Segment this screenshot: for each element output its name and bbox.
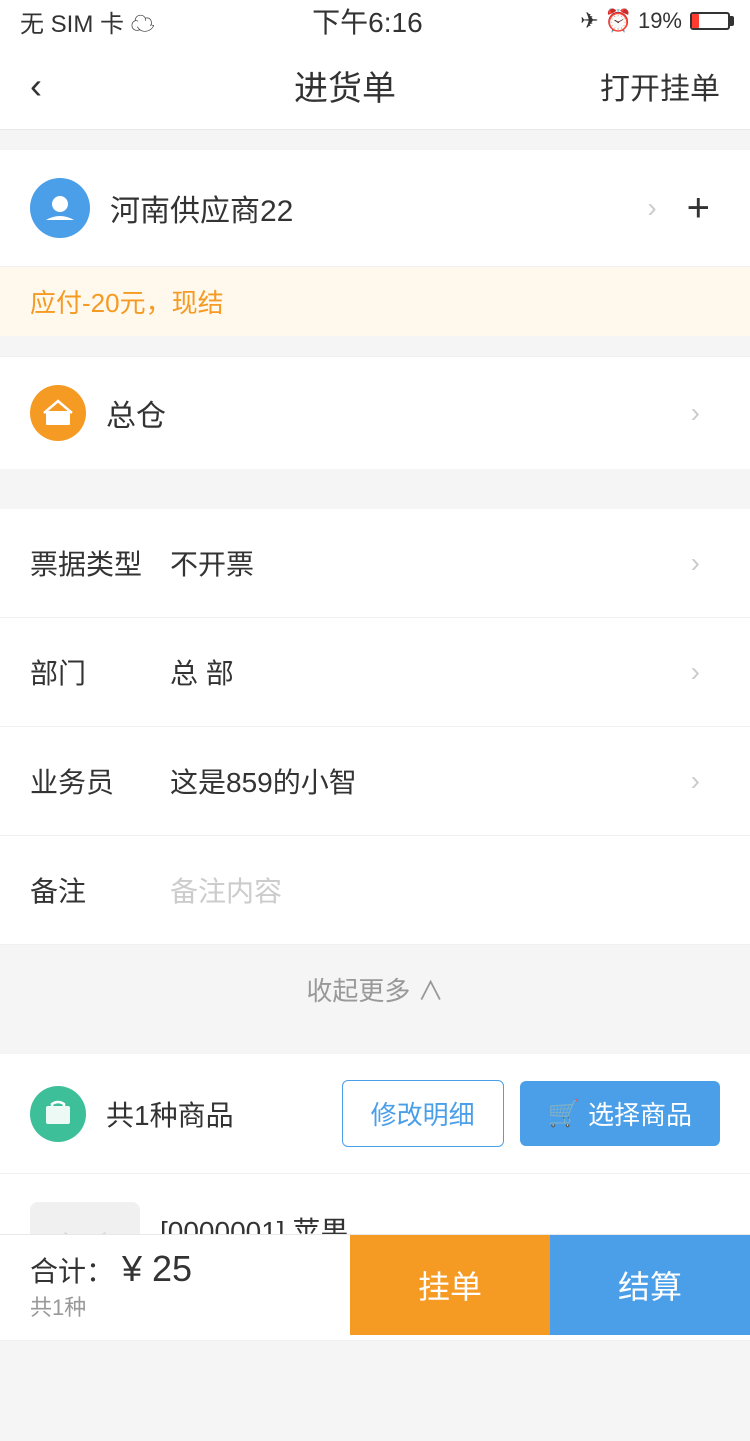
products-count: 共1种商品 bbox=[106, 1094, 342, 1134]
supplier-name: 河南供应商22 bbox=[110, 186, 647, 230]
status-left: 无 SIM 卡 ☁ bbox=[20, 4, 155, 39]
warehouse-icon bbox=[30, 385, 86, 441]
nav-bar: ‹ 进货单 打开挂单 bbox=[0, 42, 750, 130]
invoice-type-row[interactable]: 票据类型 不开票 › bbox=[0, 509, 750, 618]
department-chevron-icon: › bbox=[691, 656, 700, 688]
products-header: 共1种商品 修改明细 🛒 选择商品 bbox=[0, 1054, 750, 1174]
mid-divider1 bbox=[0, 336, 750, 356]
cart-icon: 🛒 bbox=[548, 1098, 580, 1129]
department-label: 部门 bbox=[30, 652, 170, 692]
status-bar: 无 SIM 卡 ☁ 下午6:16 ✈ ⏰ 19% bbox=[0, 0, 750, 42]
top-divider bbox=[0, 130, 750, 150]
products-icon bbox=[30, 1086, 86, 1142]
supplier-chevron-icon: › bbox=[647, 192, 656, 224]
invoice-type-value: 不开票 bbox=[170, 543, 691, 583]
battery-icon bbox=[690, 12, 730, 30]
location-icon: ✈ bbox=[580, 8, 598, 34]
sales-rep-row[interactable]: 业务员 这是859的小智 › bbox=[0, 727, 750, 836]
remarks-row[interactable]: 备注 备注内容 bbox=[0, 836, 750, 945]
open-hang-button[interactable]: 打开挂单 bbox=[600, 64, 720, 108]
bottom-bar: 合计： ¥ 25 共1种 挂单 结算 bbox=[0, 1234, 750, 1334]
mid-divider2 bbox=[0, 469, 750, 489]
sales-rep-label: 业务员 bbox=[30, 761, 170, 801]
supplier-notice: 应付-20元，现结 bbox=[0, 267, 750, 336]
total-sub: 共1种 bbox=[30, 1290, 320, 1322]
warehouse-row[interactable]: 总仓 › bbox=[0, 356, 750, 469]
department-row[interactable]: 部门 总 部 › bbox=[0, 618, 750, 727]
modify-detail-button[interactable]: 修改明细 bbox=[342, 1080, 504, 1147]
page-title: 进货单 bbox=[294, 61, 396, 110]
supplier-row[interactable]: 河南供应商22 › + bbox=[0, 150, 750, 267]
select-product-button[interactable]: 🛒 选择商品 bbox=[520, 1081, 720, 1146]
battery-percent: 19% bbox=[638, 8, 682, 34]
form-section: 票据类型 不开票 › 部门 总 部 › 业务员 这是859的小智 › 备注 备注… bbox=[0, 509, 750, 945]
sales-rep-value: 这是859的小智 bbox=[170, 761, 691, 801]
status-right: ✈ ⏰ 19% bbox=[580, 8, 730, 34]
supplier-avatar bbox=[30, 178, 90, 238]
add-button[interactable]: + bbox=[677, 186, 720, 231]
remarks-label: 备注 bbox=[30, 870, 170, 910]
invoice-type-label: 票据类型 bbox=[30, 543, 170, 583]
sales-rep-chevron-icon: › bbox=[691, 765, 700, 797]
total-label: 合计： ¥ 25 bbox=[30, 1248, 320, 1290]
collapse-row[interactable]: 收起更多 ∧ bbox=[0, 945, 750, 1034]
sim-status: 无 SIM 卡 ☁ bbox=[20, 4, 155, 39]
status-time: 下午6:16 bbox=[312, 1, 423, 41]
checkout-button[interactable]: 结算 bbox=[550, 1235, 750, 1335]
hang-button[interactable]: 挂单 bbox=[350, 1235, 550, 1335]
remarks-input[interactable]: 备注内容 bbox=[170, 870, 720, 910]
department-value: 总 部 bbox=[170, 652, 691, 692]
warehouse-name: 总仓 bbox=[106, 391, 691, 435]
mid-divider3 bbox=[0, 1034, 750, 1054]
total-amount: ¥ 25 bbox=[122, 1248, 192, 1290]
invoice-chevron-icon: › bbox=[691, 547, 700, 579]
warehouse-chevron-icon: › bbox=[691, 397, 700, 429]
total-section: 合计： ¥ 25 共1种 bbox=[0, 1248, 350, 1322]
alarm-icon: ⏰ bbox=[605, 8, 632, 34]
supplier-section: 河南供应商22 › + 应付-20元，现结 bbox=[0, 150, 750, 336]
back-button[interactable]: ‹ bbox=[30, 65, 90, 107]
warehouse-section: 总仓 › bbox=[0, 356, 750, 469]
